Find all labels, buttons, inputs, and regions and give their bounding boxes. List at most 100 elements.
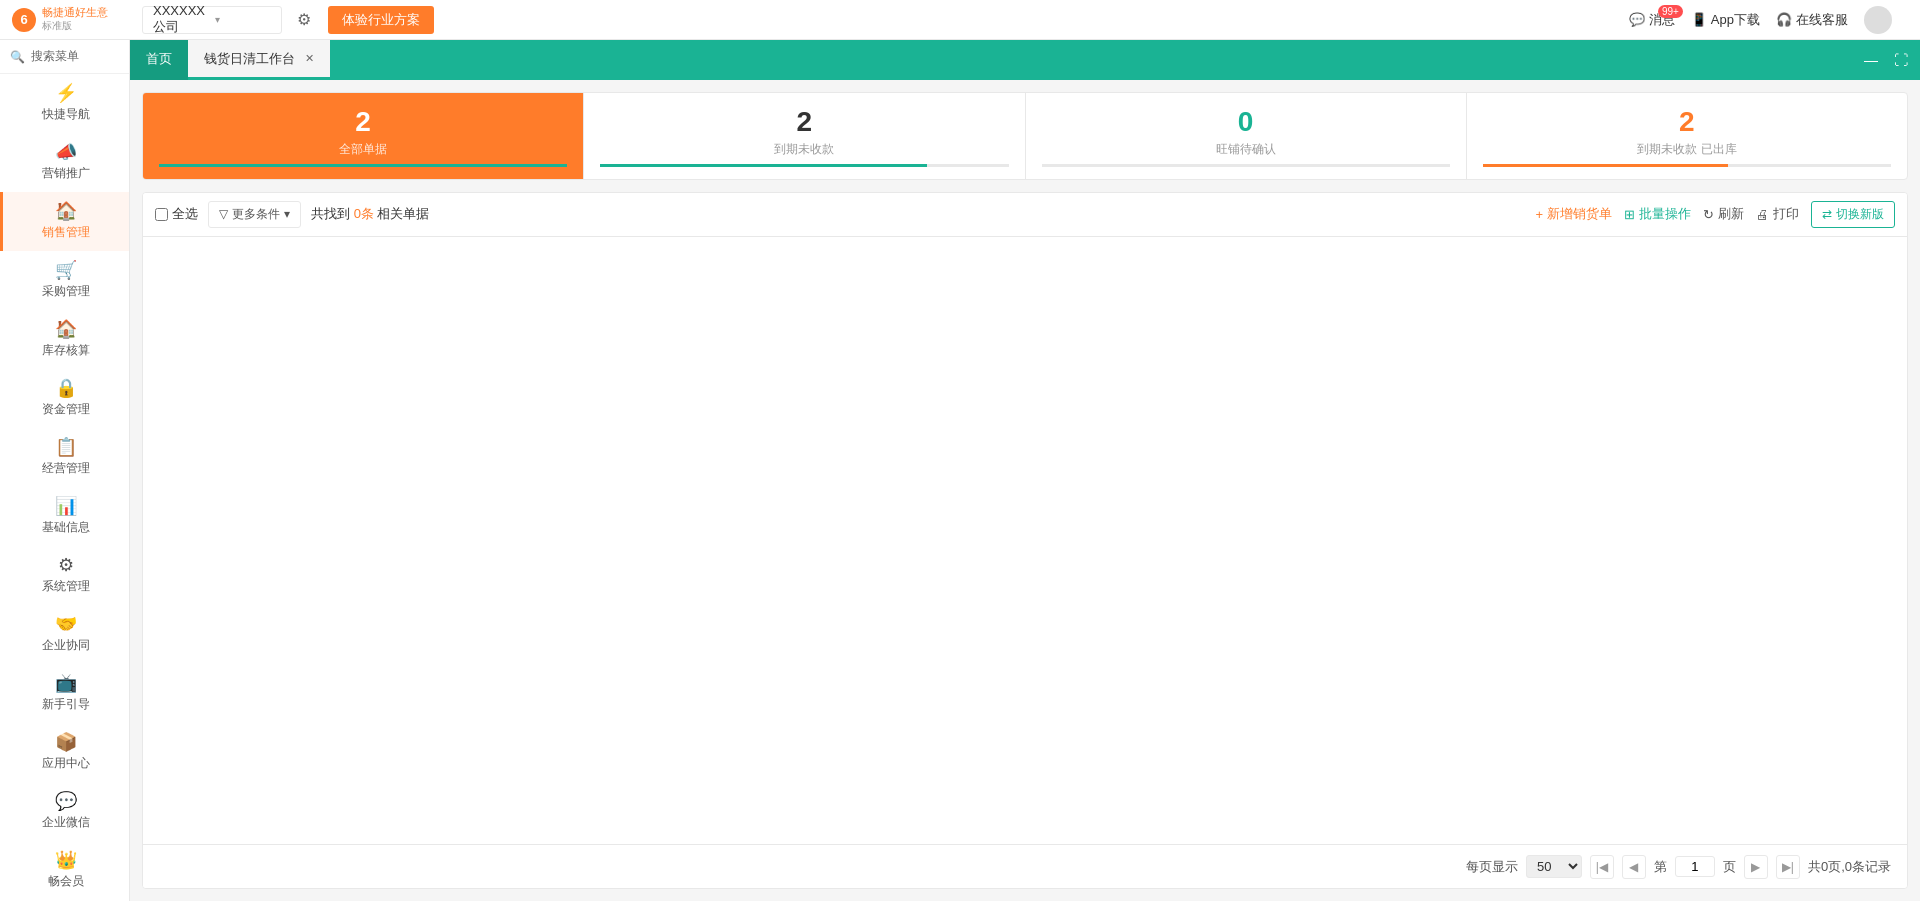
select-all-checkbox[interactable]: 全选 bbox=[155, 205, 198, 223]
sidebar-label-sales: 销售管理 bbox=[42, 224, 90, 241]
filter-icon: ▽ bbox=[219, 207, 228, 221]
sidebar-item-system[interactable]: ⚙ 系统管理 bbox=[0, 546, 129, 605]
app-download-button[interactable]: 📱 App下载 bbox=[1691, 11, 1760, 29]
inventory-icon: 🏠 bbox=[55, 320, 77, 338]
tab-close-icon[interactable]: ✕ bbox=[305, 52, 314, 65]
gear-icon: ⚙ bbox=[297, 10, 311, 29]
page-input[interactable] bbox=[1675, 856, 1715, 877]
stat-number-overdue: 2 bbox=[600, 105, 1008, 139]
tab-workbench[interactable]: 钱货日清工作台 ✕ bbox=[188, 40, 330, 80]
lightning-icon: ⚡ bbox=[55, 84, 77, 102]
wechat-icon: 💬 bbox=[55, 792, 77, 810]
table-area bbox=[143, 237, 1907, 844]
sidebar-item-enterprise[interactable]: 🤝 企业协同 bbox=[0, 605, 129, 664]
sidebar-item-newbie[interactable]: 📺 新手引导 bbox=[0, 664, 129, 723]
online-service-button[interactable]: 🎧 在线客服 bbox=[1776, 11, 1848, 29]
sidebar-item-wechat[interactable]: 💬 企业微信 bbox=[0, 782, 129, 841]
sales-icon: 🏠 bbox=[55, 202, 77, 220]
total-info: 共0页,0条记录 bbox=[1808, 858, 1891, 876]
stat-label-overdue: 到期未收款 bbox=[600, 141, 1008, 158]
company-name: XXXXXX公司 bbox=[153, 3, 209, 36]
stat-label-all: 全部单据 bbox=[159, 141, 567, 158]
experience-button[interactable]: 体验行业方案 bbox=[328, 6, 434, 34]
sidebar-item-quick-nav[interactable]: ⚡ 快捷导航 bbox=[0, 74, 129, 133]
tab-home[interactable]: 首页 bbox=[130, 40, 188, 80]
switch-icon: ⇄ bbox=[1822, 207, 1832, 221]
header-right: 💬 消息 99+ 📱 App下载 🎧 在线客服 bbox=[1629, 6, 1908, 34]
stat-progress-all bbox=[159, 164, 567, 167]
sidebar-item-basic-info[interactable]: 📊 基础信息 bbox=[0, 487, 129, 546]
page-size-select[interactable]: 50 100 200 bbox=[1526, 855, 1582, 878]
sidebar-item-inventory[interactable]: 🏠 库存核算 bbox=[0, 310, 129, 369]
sidebar-label-system: 系统管理 bbox=[42, 578, 90, 595]
content-panel: 全选 ▽ 更多条件 ▾ 共找到 0条 相关单据 + 新增销货单 bbox=[142, 192, 1908, 889]
switch-new-version-button[interactable]: ⇄ 切换新版 bbox=[1811, 201, 1895, 228]
switch-btn-label: 切换新版 bbox=[1836, 206, 1884, 223]
next-page-button[interactable]: ▶ bbox=[1744, 855, 1768, 879]
stat-card-pending[interactable]: 0 旺铺待确认 bbox=[1026, 93, 1467, 179]
stat-card-overdue-out[interactable]: 2 到期未收款 已出库 bbox=[1467, 93, 1907, 179]
logo-sub: 标准版 bbox=[42, 19, 108, 33]
first-page-button[interactable]: |◀ bbox=[1590, 855, 1614, 879]
tab-minimize-icon[interactable]: — bbox=[1860, 48, 1882, 72]
batch-btn-label: 批量操作 bbox=[1639, 205, 1691, 223]
stat-progress-bar-overdue-out bbox=[1483, 164, 1728, 167]
toolbar-right: + 新增销货单 ⊞ 批量操作 ↻ 刷新 🖨 bbox=[1535, 201, 1895, 228]
sidebar-item-sales[interactable]: 🏠 销售管理 bbox=[0, 192, 129, 251]
last-page-button[interactable]: ▶| bbox=[1776, 855, 1800, 879]
stat-progress-pending bbox=[1042, 164, 1450, 167]
sidebar-item-capital[interactable]: 🔒 资金管理 bbox=[0, 369, 129, 428]
plus-icon: + bbox=[1535, 207, 1543, 222]
sidebar-item-app-center[interactable]: 📦 应用中心 bbox=[0, 723, 129, 782]
print-button[interactable]: 🖨 打印 bbox=[1756, 205, 1799, 223]
avatar[interactable] bbox=[1864, 6, 1892, 34]
stat-card-all[interactable]: 2 全部单据 bbox=[143, 93, 584, 179]
sidebar-item-marketing[interactable]: 📣 营销推广 bbox=[0, 133, 129, 192]
prev-page-button[interactable]: ◀ bbox=[1622, 855, 1646, 879]
chevron-down-icon: ▾ bbox=[215, 14, 271, 25]
per-page-label: 每页显示 bbox=[1466, 858, 1518, 876]
stat-card-overdue[interactable]: 2 到期未收款 bbox=[584, 93, 1025, 179]
sidebar-item-operations[interactable]: 📋 经营管理 bbox=[0, 428, 129, 487]
system-icon: ⚙ bbox=[58, 556, 74, 574]
service-icon: 🎧 bbox=[1776, 12, 1792, 27]
search-menu-button[interactable]: 🔍 搜索菜单 bbox=[0, 40, 129, 74]
sidebar-label-operations: 经营管理 bbox=[42, 460, 90, 477]
sidebar-label-marketing: 营销推广 bbox=[42, 165, 90, 182]
stat-progress-overdue bbox=[600, 164, 1008, 167]
print-label: 打印 bbox=[1773, 205, 1799, 223]
more-filter-button[interactable]: ▽ 更多条件 ▾ bbox=[208, 201, 301, 228]
purchase-icon: 🛒 bbox=[55, 261, 77, 279]
basic-info-icon: 📊 bbox=[55, 497, 77, 515]
stat-label-overdue-out: 到期未收款 已出库 bbox=[1483, 141, 1891, 158]
sidebar-label-enterprise: 企业协同 bbox=[42, 637, 90, 654]
result-count: 0条 bbox=[354, 206, 374, 221]
enterprise-icon: 🤝 bbox=[55, 615, 77, 633]
main-content: 首页 钱货日清工作台 ✕ — ⛶ 2 全部单据 bbox=[130, 40, 1920, 901]
batch-operation-button[interactable]: ⊞ 批量操作 bbox=[1624, 205, 1691, 223]
refresh-label: 刷新 bbox=[1718, 205, 1744, 223]
company-selector[interactable]: XXXXXX公司 ▾ bbox=[142, 6, 282, 34]
select-all-input[interactable] bbox=[155, 208, 168, 221]
search-icon: 🔍 bbox=[10, 50, 25, 64]
sidebar-item-purchase[interactable]: 🛒 采购管理 bbox=[0, 251, 129, 310]
stat-number-all: 2 bbox=[159, 105, 567, 139]
stat-label-pending: 旺铺待确认 bbox=[1042, 141, 1450, 158]
tab-maximize-icon[interactable]: ⛶ bbox=[1890, 48, 1912, 72]
sidebar-item-member[interactable]: 👑 畅会员 bbox=[0, 841, 129, 900]
sidebar-label-member: 畅会员 bbox=[48, 873, 84, 890]
message-button[interactable]: 💬 消息 99+ bbox=[1629, 11, 1675, 29]
new-sales-order-button[interactable]: + 新增销货单 bbox=[1535, 205, 1612, 223]
page-label: 第 bbox=[1654, 858, 1667, 876]
sidebar-label-purchase: 采购管理 bbox=[42, 283, 90, 300]
page-suffix: 页 bbox=[1723, 858, 1736, 876]
print-icon: 🖨 bbox=[1756, 207, 1769, 222]
settings-button[interactable]: ⚙ bbox=[290, 6, 318, 34]
newbie-icon: 📺 bbox=[55, 674, 77, 692]
sidebar-label-quick-nav: 快捷导航 bbox=[42, 106, 90, 123]
online-service-label: 在线客服 bbox=[1796, 11, 1848, 29]
select-all-label: 全选 bbox=[172, 205, 198, 223]
refresh-button[interactable]: ↻ 刷新 bbox=[1703, 205, 1744, 223]
batch-icon: ⊞ bbox=[1624, 207, 1635, 222]
sidebar-label-inventory: 库存核算 bbox=[42, 342, 90, 359]
